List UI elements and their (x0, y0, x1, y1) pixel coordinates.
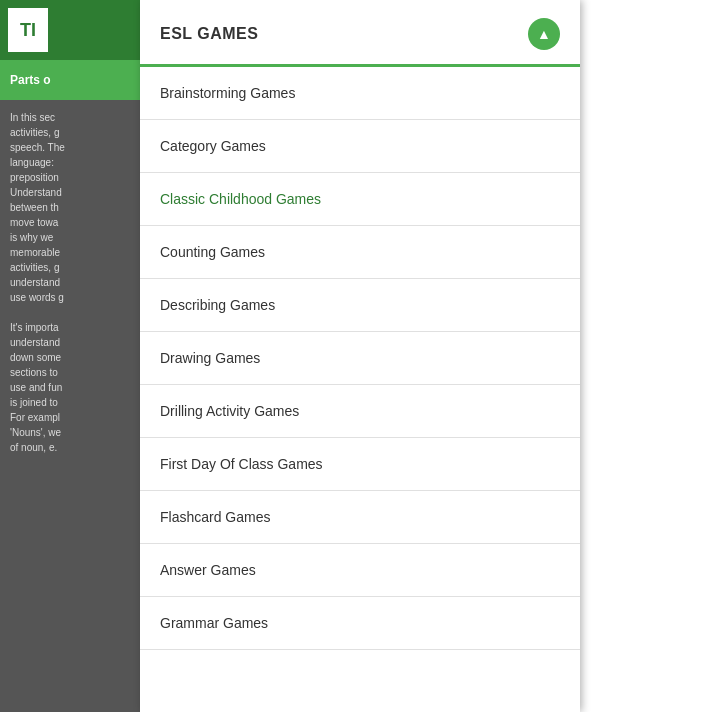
dropdown-item[interactable]: Drilling Activity Games (140, 385, 580, 438)
chevron-up-icon: ▲ (537, 27, 551, 41)
dropdown-item[interactable]: Flashcard Games (140, 491, 580, 544)
dropdown-item[interactable]: Brainstorming Games (140, 67, 580, 120)
dropdown-item[interactable]: First Day Of Class Games (140, 438, 580, 491)
dropdown-list: Brainstorming GamesCategory GamesClassic… (140, 67, 580, 712)
dropdown-title: ESL GAMES (160, 25, 258, 43)
dropdown-item[interactable]: Counting Games (140, 226, 580, 279)
dropdown-header: ESL GAMES ▲ (140, 0, 580, 67)
esl-games-dropdown: ESL GAMES ▲ Brainstorming GamesCategory … (140, 0, 580, 712)
article-header-text: Parts o (10, 73, 51, 87)
dropdown-toggle-button[interactable]: ▲ (528, 18, 560, 50)
logo-letters: TI (20, 20, 36, 41)
dropdown-item[interactable]: Category Games (140, 120, 580, 173)
logo-box: TI (8, 8, 48, 52)
dropdown-item[interactable]: Drawing Games (140, 332, 580, 385)
dropdown-item[interactable]: Grammar Games (140, 597, 580, 650)
dropdown-item[interactable]: Answer Games (140, 544, 580, 597)
dropdown-item[interactable]: Describing Games (140, 279, 580, 332)
dropdown-item[interactable]: Classic Childhood Games (140, 173, 580, 226)
